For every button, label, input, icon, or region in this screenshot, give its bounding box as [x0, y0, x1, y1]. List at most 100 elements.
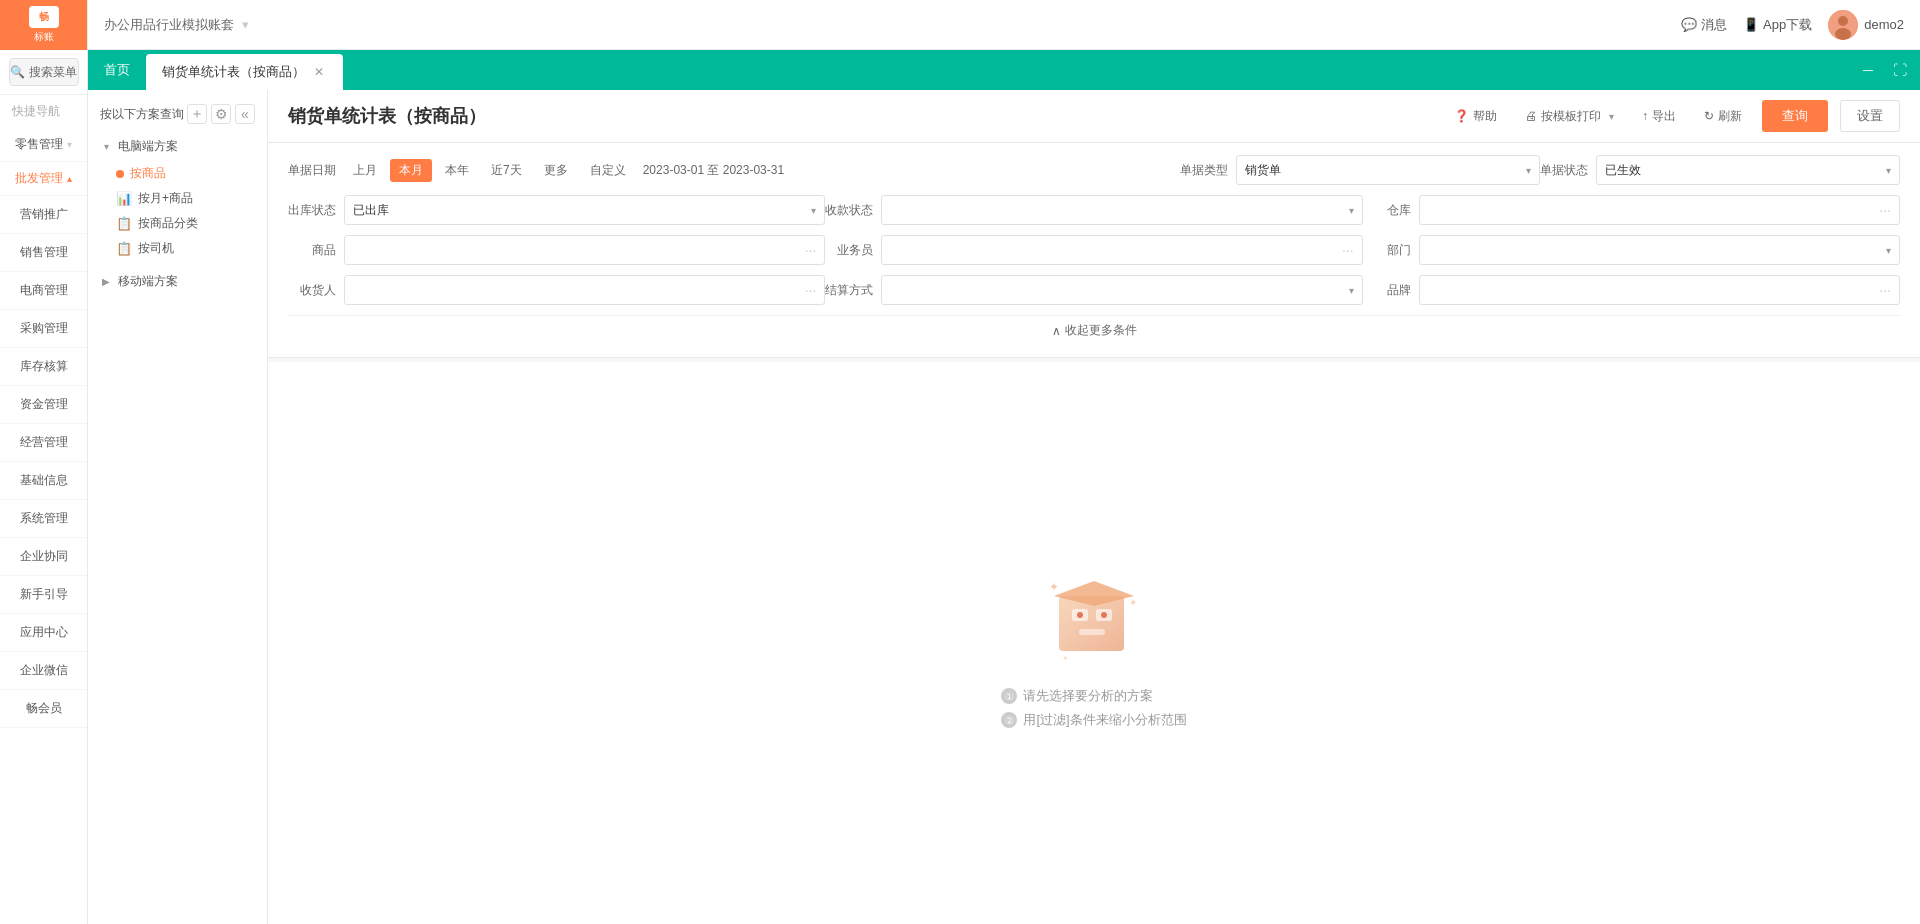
content-area: 按以下方案查询 ＋ ⚙ « ▾ 电脑端方案 按商品 📊 按月+商品 — [88, 90, 1920, 924]
date-btn-more[interactable]: 更多 — [535, 159, 577, 182]
scheme-by-category[interactable]: 📋 按商品分类 — [88, 211, 267, 236]
user-menu-button[interactable]: demo2 — [1828, 10, 1904, 40]
sidebar-item-system[interactable]: 系统管理 — [0, 500, 87, 538]
outstatus-label: 出库状态 — [288, 202, 344, 219]
svg-text:✦: ✦ — [1062, 654, 1069, 663]
scheme-by-product[interactable]: 按商品 — [88, 161, 267, 186]
home-tab-label: 首页 — [104, 61, 130, 79]
report-tab-label: 销货单统计表（按商品） — [162, 63, 305, 81]
svg-text:✦: ✦ — [1049, 580, 1059, 594]
sidebar-item-marketing[interactable]: 营销推广 — [0, 196, 87, 234]
selected-dot-icon — [116, 170, 124, 178]
breadcrumb-arrow: ▾ — [242, 17, 249, 32]
outstatus-select-value[interactable]: 已出库 — [344, 195, 825, 225]
sales-label: 销售管理 — [20, 244, 68, 261]
desktop-expand-icon: ▾ — [100, 141, 112, 153]
date-btn-lastmonth[interactable]: 上月 — [344, 159, 386, 182]
sidebar-item-retail[interactable]: 零售管理 ▾ — [0, 128, 87, 162]
sidebar-item-membership[interactable]: 畅会员 — [0, 690, 87, 728]
doctype-select-value[interactable]: 销货单 — [1236, 155, 1540, 185]
collapse-panel-button[interactable]: « — [235, 104, 255, 124]
refresh-button[interactable]: ↻ 刷新 — [1696, 104, 1750, 129]
export-button[interactable]: ↑ 导出 — [1634, 104, 1684, 129]
tab-home[interactable]: 首页 — [88, 50, 146, 90]
date-btn-thisyear[interactable]: 本年 — [436, 159, 478, 182]
outstatus-select[interactable]: 已出库 — [344, 195, 825, 225]
date-btn-7days[interactable]: 近7天 — [482, 159, 531, 182]
salesperson-input[interactable]: ··· — [881, 235, 1362, 265]
search-menu-button[interactable]: 🔍 搜索菜单 — [9, 58, 79, 86]
doctype-select[interactable]: 销货单 — [1236, 155, 1540, 185]
tab-minimize-button[interactable]: ─ — [1856, 58, 1880, 82]
settings-button[interactable]: 设置 — [1840, 100, 1900, 132]
receiptstatus-select-value[interactable] — [881, 195, 1362, 225]
filter-doctype-item: 单据类型 销货单 — [1180, 155, 1540, 185]
tip-num-2: ② — [1001, 712, 1017, 728]
date-btn-custom[interactable]: 自定义 — [581, 159, 635, 182]
sidebar-item-basic[interactable]: 基础信息 — [0, 462, 87, 500]
header-right-actions: 💬 消息 📱 App下载 demo2 — [1681, 10, 1904, 40]
warehouse-label: 仓库 — [1363, 202, 1419, 219]
scheme-icon-cashier: 📋 — [116, 241, 132, 256]
help-button[interactable]: ❓ 帮助 — [1446, 104, 1505, 129]
sidebar-item-finance[interactable]: 资金管理 — [0, 386, 87, 424]
app-download-button[interactable]: 📱 App下载 — [1743, 16, 1812, 34]
left-panel-header: 按以下方案查询 ＋ ⚙ « — [88, 100, 267, 132]
message-button[interactable]: 💬 消息 — [1681, 16, 1727, 34]
docstatus-select-value[interactable]: 已生效 — [1596, 155, 1900, 185]
tab-close-icon[interactable]: ✕ — [311, 64, 327, 80]
sidebar-item-inventory[interactable]: 库存核算 — [0, 348, 87, 386]
sidebar-item-appcenter[interactable]: 应用中心 — [0, 614, 87, 652]
template-print-button[interactable]: 🖨 按模板打印 ▾ — [1517, 104, 1622, 129]
tab-report[interactable]: 销货单统计表（按商品） ✕ — [146, 54, 343, 90]
add-scheme-button[interactable]: ＋ — [187, 104, 207, 124]
sidebar-item-operations[interactable]: 经营管理 — [0, 424, 87, 462]
mobile-section-header[interactable]: ▶ 移动端方案 — [88, 267, 267, 296]
main-area: 办公用品行业模拟账套 ▾ 💬 消息 📱 App下载 — [88, 0, 1920, 924]
filter-date-item: 单据日期 上月 本月 本年 近7天 更多 自定义 2023-03-01 至 20… — [288, 159, 1180, 182]
filter-warehouse-item: 仓库 ··· — [1363, 195, 1900, 225]
filter-receiptstatus-item: 收款状态 — [825, 195, 1362, 225]
scheme-by-cashier[interactable]: 📋 按司机 — [88, 236, 267, 261]
collapse-more-conditions-button[interactable]: ∧ 收起更多条件 — [288, 315, 1900, 345]
sidebar-item-newbie[interactable]: 新手引导 — [0, 576, 87, 614]
sidebar-item-enterprise[interactable]: 企业协同 — [0, 538, 87, 576]
empty-tip-2: ② 用[过滤]条件来缩小分析范围 — [1001, 711, 1186, 729]
query-button[interactable]: 查询 — [1762, 100, 1828, 132]
settings-scheme-button[interactable]: ⚙ — [211, 104, 231, 124]
payment-select[interactable] — [881, 275, 1362, 305]
scheme-by-month-product[interactable]: 📊 按月+商品 — [88, 186, 267, 211]
desktop-section-header[interactable]: ▾ 电脑端方案 — [88, 132, 267, 161]
left-panel-title: 按以下方案查询 — [100, 106, 184, 123]
inventory-label: 库存核算 — [20, 358, 68, 375]
left-panel-actions: ＋ ⚙ « — [187, 104, 255, 124]
message-icon: 💬 — [1681, 17, 1697, 32]
payment-select-value[interactable] — [881, 275, 1362, 305]
app-subtitle: 标账 — [34, 30, 54, 44]
department-select[interactable] — [1419, 235, 1900, 265]
sidebar-item-purchase[interactable]: 采购管理 — [0, 310, 87, 348]
tab-maximize-button[interactable]: ⛶ — [1888, 58, 1912, 82]
logo-icon: 畅 — [29, 6, 59, 28]
product-input[interactable]: ··· — [344, 235, 825, 265]
membership-label: 畅会员 — [26, 700, 62, 717]
brand-label: 品牌 — [1363, 282, 1419, 299]
sidebar-item-ecommerce[interactable]: 电商管理 — [0, 272, 87, 310]
recipient-input[interactable]: ··· — [344, 275, 825, 305]
search-menu-section: 🔍 搜索菜单 — [0, 50, 87, 95]
docstatus-select[interactable]: 已生效 — [1596, 155, 1900, 185]
receiptstatus-select[interactable] — [881, 195, 1362, 225]
sidebar-item-wholesale[interactable]: 批发管理 ▴ — [0, 162, 87, 196]
department-select-value[interactable] — [1419, 235, 1900, 265]
warehouse-input[interactable]: ··· — [1419, 195, 1900, 225]
brand-input[interactable]: ··· — [1419, 275, 1900, 305]
scheme-icon-category: 📋 — [116, 216, 132, 231]
svg-point-8 — [1101, 612, 1107, 618]
scheme-by-cashier-label: 按司机 — [138, 240, 174, 257]
sidebar-item-corpwechat[interactable]: 企业微信 — [0, 652, 87, 690]
ecommerce-label: 电商管理 — [20, 282, 68, 299]
sidebar-item-sales[interactable]: 销售管理 — [0, 234, 87, 272]
date-btn-thismonth[interactable]: 本月 — [390, 159, 432, 182]
scheme-by-product-label: 按商品 — [130, 165, 166, 182]
wholesale-label: 批发管理 — [15, 170, 63, 187]
